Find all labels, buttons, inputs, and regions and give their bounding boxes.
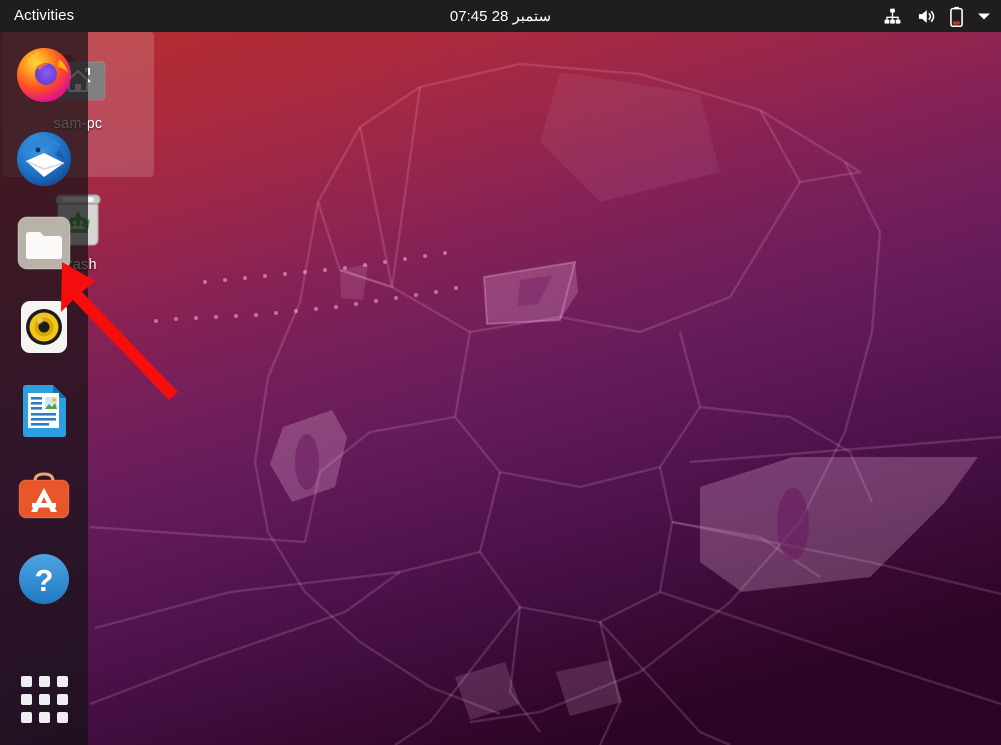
dock-item-libreoffice-writer[interactable]	[12, 379, 76, 443]
top-bar: Activities ستمبر 28 07:45	[0, 0, 1001, 32]
activities-button[interactable]: Activities	[0, 0, 88, 32]
firefox-icon	[15, 46, 73, 104]
files-folder-icon	[15, 214, 73, 272]
battery-low-icon	[950, 6, 963, 27]
app-grid-icon	[21, 676, 68, 723]
thunderbird-icon	[15, 130, 73, 188]
system-status-menu[interactable]	[883, 0, 991, 32]
dock-item-files[interactable]	[12, 211, 76, 275]
dock-panel: ?	[0, 32, 88, 745]
app-grid-button[interactable]	[16, 671, 72, 727]
rhythmbox-icon	[15, 298, 73, 356]
chevron-down-icon	[977, 12, 991, 21]
volume-high-icon	[916, 7, 936, 26]
ubuntu-software-icon	[15, 466, 73, 524]
clock-datetime-button[interactable]: ستمبر 28 07:45	[450, 7, 551, 25]
svg-text:?: ?	[35, 563, 54, 598]
dock-item-firefox[interactable]	[12, 43, 76, 107]
network-wired-icon	[883, 7, 902, 26]
libreoffice-writer-icon	[15, 382, 73, 440]
desktop-surface[interactable]: sam-pc Trash	[0, 32, 1001, 745]
help-icon: ?	[15, 550, 73, 608]
dock-item-rhythmbox[interactable]	[12, 295, 76, 359]
clock-area: ستمبر 28 07:45	[0, 0, 1001, 32]
dock-item-ubuntu-software[interactable]	[12, 463, 76, 527]
dock-item-help[interactable]: ?	[12, 547, 76, 611]
dock-item-thunderbird[interactable]	[12, 127, 76, 191]
